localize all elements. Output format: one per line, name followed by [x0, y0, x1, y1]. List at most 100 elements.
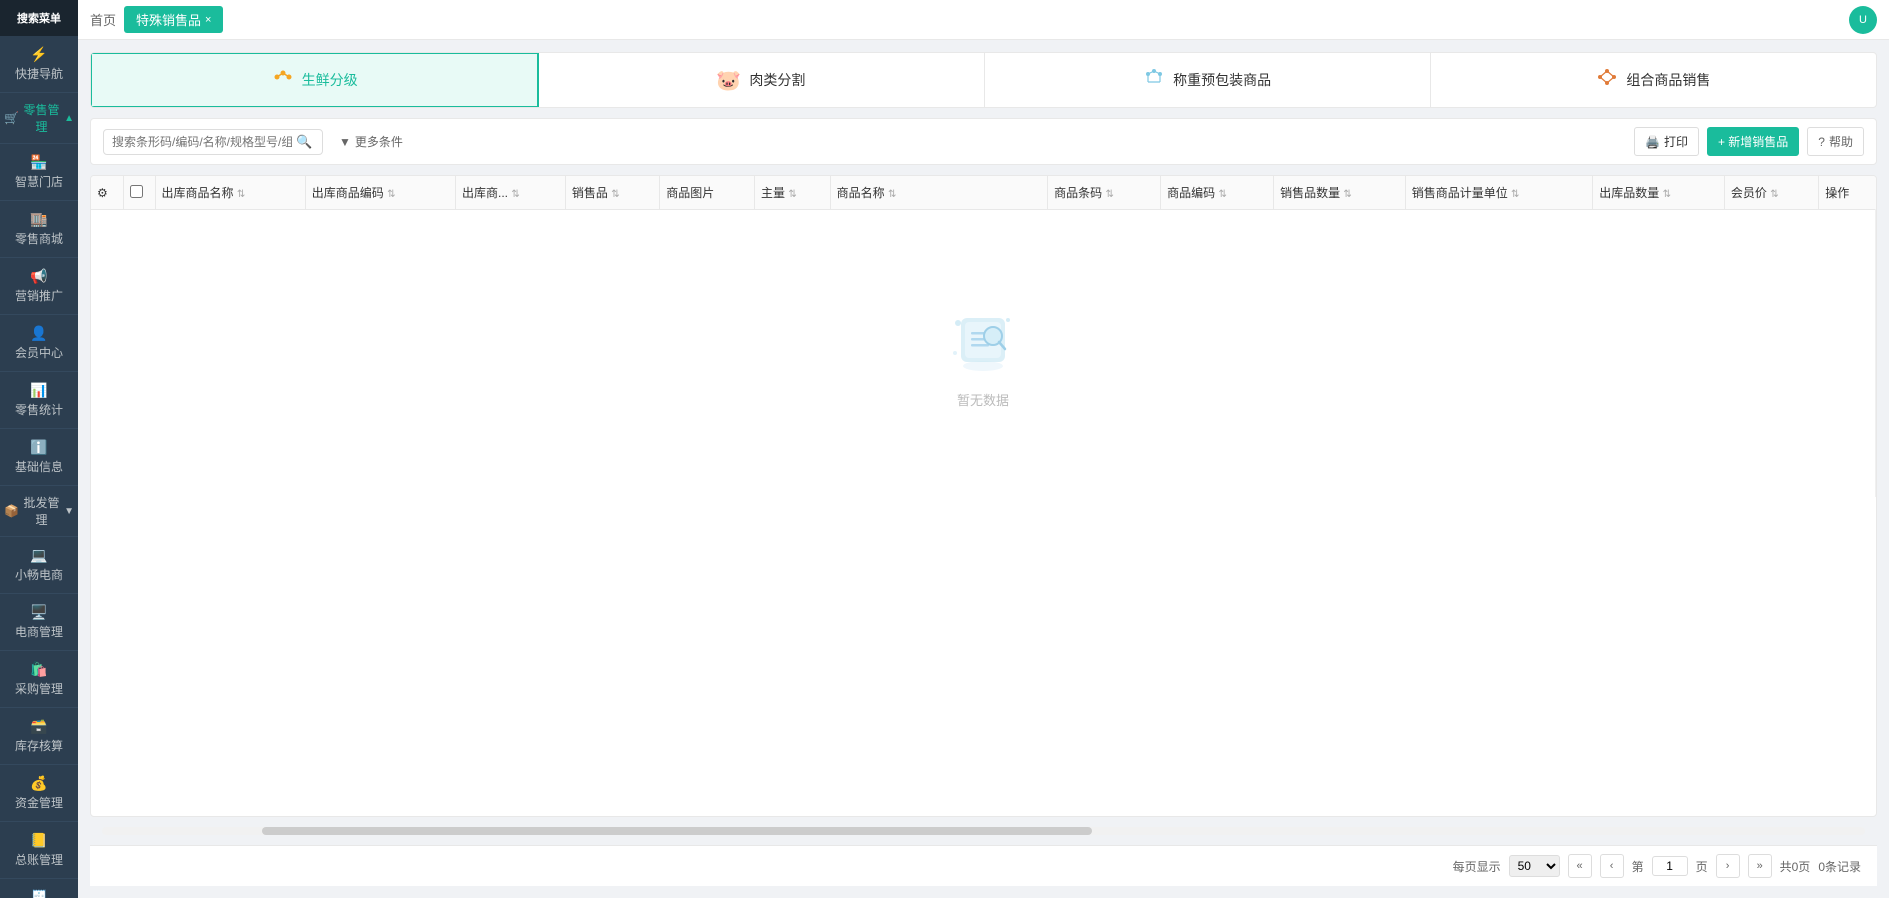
sidebar-item-retail-mall[interactable]: 🏬 零售商城 [0, 201, 78, 258]
prev-page-icon: ‹ [1610, 860, 1614, 872]
sidebar-item-finance[interactable]: 💰 资金管理 [0, 765, 78, 822]
sort-icon: ⇅ [611, 189, 619, 200]
active-tab[interactable]: 特殊销售品 × [124, 6, 223, 33]
last-page-button[interactable]: » [1748, 854, 1772, 878]
col-checkbox[interactable] [123, 176, 155, 210]
content-area: 生鲜分级 🐷 肉类分割 [78, 40, 1889, 898]
inventory-icon: 🗃️ [30, 718, 47, 735]
filter-button[interactable]: ▼ 更多条件 [331, 129, 411, 154]
col-main-weight[interactable]: 主量 ⇅ [754, 176, 830, 210]
table-body: 暂无数据 [91, 210, 1876, 498]
col-sales-unit[interactable]: 销售商品计量单位 ⇅ [1405, 176, 1593, 210]
col-goods-image[interactable]: 商品图片 [660, 176, 755, 210]
col-sales-qty[interactable]: 销售品数量 ⇅ [1274, 176, 1406, 210]
help-label: 帮助 [1829, 133, 1853, 150]
add-sales-item-button[interactable]: + 新增销售品 [1707, 127, 1799, 156]
sort-icon: ⇅ [511, 189, 519, 200]
col-member-price-label: 会员价 [1731, 186, 1767, 200]
chevron-up-icon: ▲ [64, 113, 74, 124]
col-goods-code[interactable]: 商品编码 ⇅ [1161, 176, 1274, 210]
tab-weight-prepack[interactable]: 称重预包装商品 [985, 53, 1431, 107]
col-member-price[interactable]: 会员价 ⇅ [1724, 176, 1818, 210]
sort-icon: ⇅ [888, 189, 896, 200]
sidebar-item-inventory[interactable]: 🗃️ 库存核算 [0, 708, 78, 765]
page-label: 第 [1632, 858, 1644, 875]
sidebar-item-label: 营销推广 [15, 287, 63, 304]
chevron-down-icon: ▼ [64, 506, 74, 517]
tab-combo-sales-label: 组合商品销售 [1626, 70, 1710, 90]
first-page-button[interactable]: « [1568, 854, 1592, 878]
settings-col-icon: ⚙ [97, 186, 108, 200]
empty-text: 暂无数据 [957, 390, 1009, 409]
search-box[interactable]: 🔍 [103, 129, 323, 155]
breadcrumb-home[interactable]: 首页 [90, 10, 116, 29]
col-main-weight-label: 主量 [761, 186, 785, 200]
page-input[interactable] [1652, 856, 1688, 876]
sidebar-item-label: 批发管理 [21, 494, 62, 528]
general-ledger-icon: 📒 [30, 832, 47, 849]
sales-promo-icon: 📢 [30, 268, 47, 285]
main-content: 首页 特殊销售品 × U [78, 0, 1889, 898]
sidebar-item-general-ledger[interactable]: 📒 总账管理 [0, 822, 78, 879]
sidebar-item-label: 总账管理 [15, 851, 63, 868]
table-header-row: ⚙ 出库商品名称 ⇅ 出库商品编码 ⇅ [91, 176, 1876, 210]
col-out-qty[interactable]: 出库品数量 ⇅ [1593, 176, 1725, 210]
sidebar-item-retail-stats[interactable]: 📊 零售统计 [0, 372, 78, 429]
per-page-label: 每页显示 [1453, 858, 1501, 875]
sidebar-item-wholesale-mgmt[interactable]: 📦 批发管理 ▼ [0, 486, 78, 537]
col-out-goods-name-label: 出库商品名称 [162, 186, 234, 200]
print-button[interactable]: 🖨️ 打印 [1634, 127, 1699, 156]
col-sales-goods[interactable]: 销售品 ⇅ [565, 176, 659, 210]
help-button[interactable]: ? 帮助 [1807, 127, 1864, 156]
sidebar-item-sales-promo[interactable]: 📢 营销推广 [0, 258, 78, 315]
sidebar-item-ecom-mgmt[interactable]: 🖥️ 电商管理 [0, 594, 78, 651]
search-input[interactable] [112, 135, 292, 149]
tab-meat-cut-label: 肉类分割 [749, 70, 805, 90]
sidebar-item-smart-store[interactable]: 🏪 智慧门店 [0, 144, 78, 201]
avatar[interactable]: U [1849, 6, 1877, 34]
last-page-icon: » [1757, 860, 1763, 872]
member-center-icon: 👤 [30, 325, 47, 342]
finance-icon: 💰 [30, 775, 47, 792]
select-all-checkbox[interactable] [130, 185, 143, 198]
sidebar-item-member-center[interactable]: 👤 会员中心 [0, 315, 78, 372]
weight-prepack-icon [1143, 66, 1165, 94]
prev-page-button[interactable]: ‹ [1600, 854, 1624, 878]
first-page-icon: « [1577, 860, 1583, 872]
close-tab-icon[interactable]: × [205, 14, 211, 26]
search-icon: 🔍 [296, 134, 312, 150]
topbar: 首页 特殊销售品 × U [78, 0, 1889, 40]
col-goods-name[interactable]: 商品名称 ⇅ [830, 176, 1047, 210]
next-page-button[interactable]: › [1716, 854, 1740, 878]
col-goods-barcode-label: 商品条码 [1054, 186, 1102, 200]
wholesale-mgmt-icon: 📦 [4, 504, 19, 518]
per-page-select[interactable]: 50 10 20 100 [1509, 855, 1560, 877]
toolbar-left: 🔍 ▼ 更多条件 [103, 129, 411, 155]
sidebar-item-invoice-mgmt[interactable]: 🧾 发票管理 [0, 879, 78, 898]
col-out-goods-name[interactable]: 出库商品名称 ⇅ [155, 176, 305, 210]
col-out-qty-label: 出库品数量 [1599, 186, 1659, 200]
col-out-goods-code[interactable]: 出库商品编码 ⇅ [305, 176, 455, 210]
quick-nav-icon: ⚡ [30, 46, 47, 63]
sidebar: 搜索菜单 ⚡ 快捷导航 🛒 零售管理 ▲ 🏪 智慧门店 🏬 零售商城 📢 营销推… [0, 0, 78, 898]
horizontal-scrollbar-thumb[interactable] [262, 827, 1092, 835]
col-goods-barcode[interactable]: 商品条码 ⇅ [1048, 176, 1161, 210]
col-out-goods-extra[interactable]: 出库商... ⇅ [456, 176, 566, 210]
tab-combo-sales[interactable]: 组合商品销售 [1431, 53, 1876, 107]
col-goods-code-label: 商品编码 [1167, 186, 1215, 200]
sort-icon: ⇅ [1663, 189, 1671, 200]
horizontal-scrollbar[interactable] [102, 827, 1865, 835]
retail-mall-icon: 🏬 [30, 211, 47, 228]
col-settings[interactable]: ⚙ [91, 176, 123, 210]
col-goods-image-label: 商品图片 [666, 186, 714, 200]
sidebar-item-purchase-mgmt[interactable]: 🛍️ 采购管理 [0, 651, 78, 708]
sidebar-item-label: 采购管理 [15, 680, 63, 697]
sidebar-item-retail-mgmt[interactable]: 🛒 零售管理 ▲ [0, 93, 78, 144]
sort-icon: ⇅ [237, 189, 245, 200]
sidebar-item-basic-info[interactable]: ℹ️ 基础信息 [0, 429, 78, 486]
sidebar-item-mini-ecom[interactable]: 💻 小畅电商 [0, 537, 78, 594]
tab-meat-cut[interactable]: 🐷 肉类分割 [538, 53, 984, 107]
fresh-grade-icon [272, 66, 294, 94]
sidebar-item-quick-nav[interactable]: ⚡ 快捷导航 [0, 36, 78, 93]
tab-fresh-grade[interactable]: 生鲜分级 [90, 52, 539, 108]
